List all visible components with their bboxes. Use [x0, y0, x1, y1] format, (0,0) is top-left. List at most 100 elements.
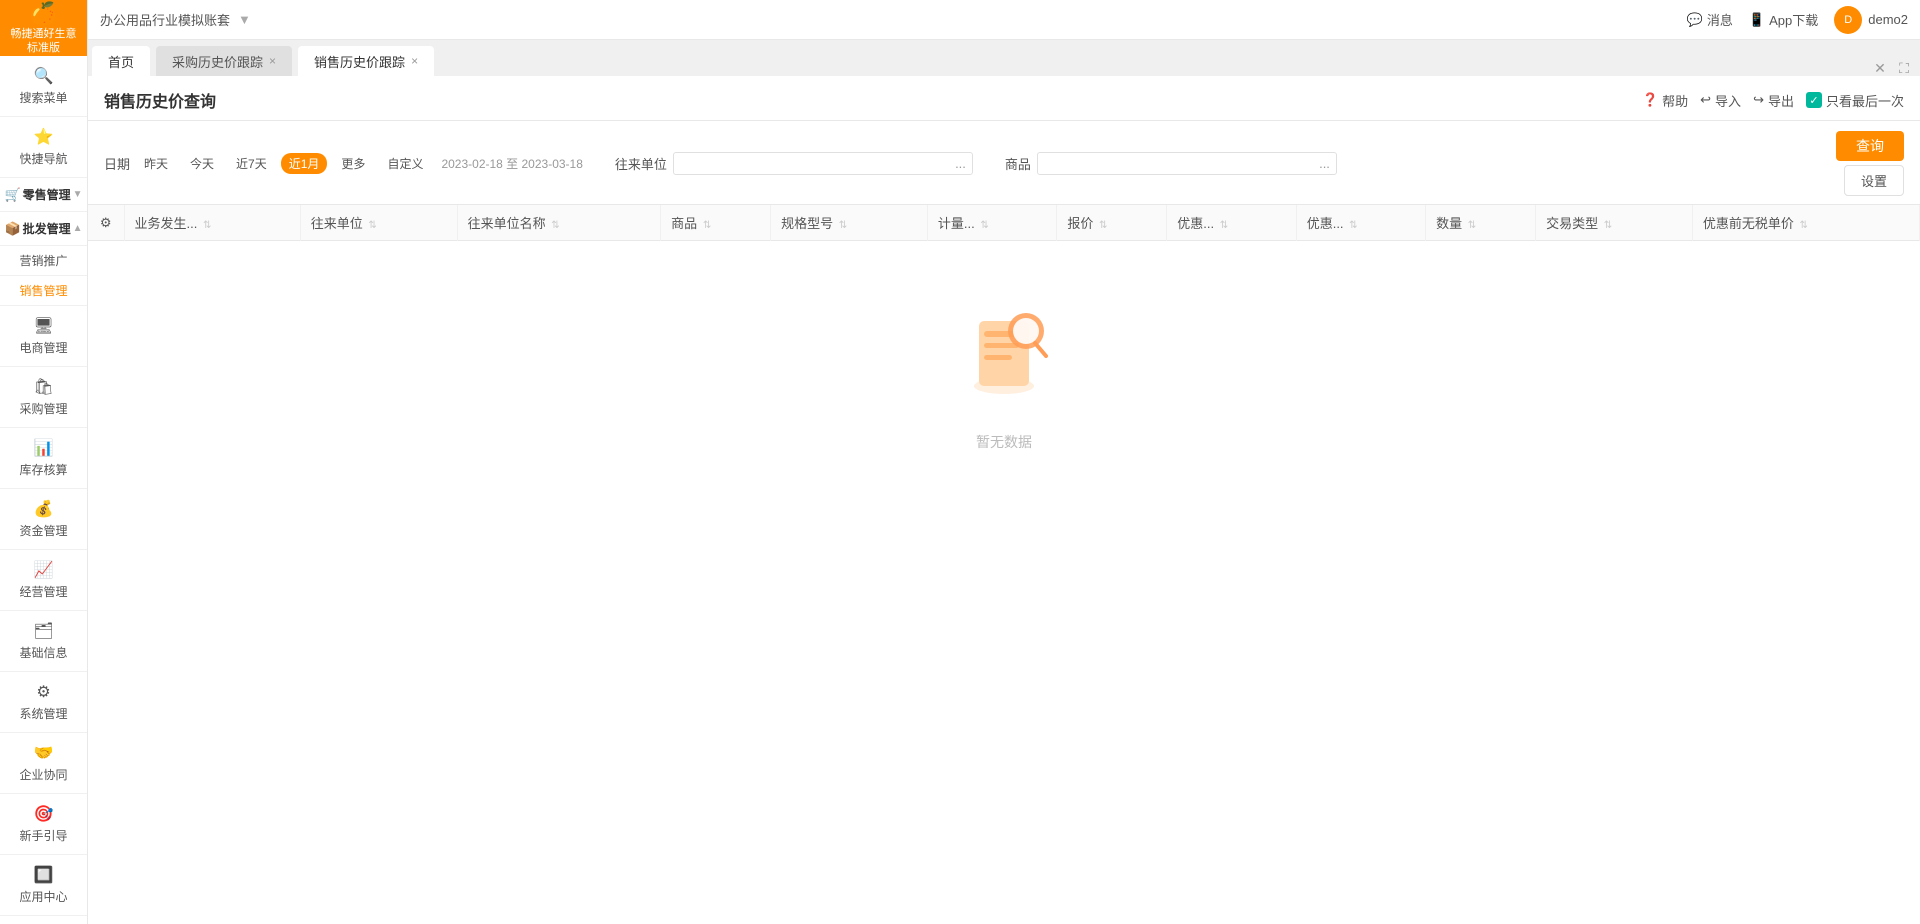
page-actions: ❓ 帮助 ↩ 导入 ↪ 导出 ✓ 只看最后一次: [1642, 91, 1904, 110]
app-selector-chevron[interactable]: ▼: [238, 12, 251, 27]
col-counterpart-name-sort: ⇅: [551, 220, 559, 231]
app-download-label: App下载: [1769, 10, 1818, 29]
search-menu-icon: 🔍: [34, 66, 54, 86]
col-counterpart-code-sort: ⇅: [368, 220, 376, 231]
date-filter-label: 日期: [104, 154, 130, 173]
sidebar-item-basics[interactable]: 🗂 基础信息: [0, 611, 88, 672]
sidebar-item-label: 系统管理: [19, 705, 67, 722]
app-download-button[interactable]: 📱 App下载: [1749, 10, 1818, 29]
sidebar-item-search-menu[interactable]: 🔍 搜索菜单: [0, 56, 88, 117]
only-last-label: 只看最后一次: [1826, 91, 1904, 110]
product-input[interactable]: [1038, 153, 1313, 174]
col-unit-label: 计量...: [938, 216, 975, 231]
col-spec[interactable]: 规格型号 ⇅: [771, 205, 928, 241]
col-pretax-price[interactable]: 优惠前无税单价 ⇅: [1692, 205, 1919, 241]
export-button[interactable]: ↪ 导出: [1753, 91, 1794, 110]
query-button[interactable]: 查询: [1836, 131, 1904, 161]
sidebar-item-sales-mgmt[interactable]: 销售管理: [0, 276, 88, 306]
sidebar-item-appstore[interactable]: 🔲 应用中心: [0, 855, 88, 916]
sidebar-item-wholesale[interactable]: 📦 批发管理 ▲: [0, 212, 88, 246]
empty-state: 暂无数据: [88, 241, 1920, 512]
window-controls: ✕ ⛶: [1872, 60, 1912, 76]
operations-icon: 📈: [34, 560, 54, 580]
col-counterpart-name[interactable]: 往来单位名称 ⇅: [457, 205, 661, 241]
col-discount2[interactable]: 优惠... ⇅: [1296, 205, 1425, 241]
settings-button[interactable]: 设置: [1844, 165, 1904, 196]
sidebar-item-retail[interactable]: 🛒 零售管理 ▼: [0, 178, 88, 212]
sidebar-item-label: 应用中心: [19, 888, 67, 905]
only-last-checkbox[interactable]: ✓: [1806, 92, 1822, 108]
col-trade-type[interactable]: 交易类型 ⇅: [1536, 205, 1693, 241]
empty-state-illustration: [954, 301, 1054, 401]
sidebar-item-quick-nav[interactable]: ⭐ 快捷导航: [0, 117, 88, 178]
sidebar-item-operations[interactable]: 📈 经营管理: [0, 550, 88, 611]
appstore-icon: 🔲: [34, 865, 54, 885]
user-profile[interactable]: D demo2: [1834, 6, 1908, 34]
col-discount1[interactable]: 优惠... ⇅: [1167, 205, 1296, 241]
col-counterpart-code[interactable]: 往来单位 ⇅: [300, 205, 457, 241]
date-btn-today[interactable]: 今天: [182, 153, 222, 174]
date-btn-1month[interactable]: 近1月: [281, 153, 328, 174]
msg-label: 消息: [1707, 10, 1733, 29]
import-button[interactable]: ↩ 导入: [1700, 91, 1741, 110]
sidebar-item-purchase[interactable]: 🛍 采购管理: [0, 367, 88, 428]
col-biz-date[interactable]: 业务发生... ⇅: [124, 205, 300, 241]
logo-text: 畅捷通好生意 标准版: [11, 27, 77, 56]
basics-icon: 🗂: [33, 621, 53, 641]
newuser-icon: 🎯: [34, 804, 54, 824]
tab-home[interactable]: 首页: [92, 46, 150, 76]
sidebar-item-newuser[interactable]: 🎯 新手引导: [0, 794, 88, 855]
date-btn-yesterday[interactable]: 昨天: [136, 153, 176, 174]
help-label: 帮助: [1662, 91, 1688, 110]
col-price-label: 报价: [1067, 216, 1093, 231]
tab-purchase[interactable]: 采购历史价跟踪 ×: [156, 46, 292, 76]
col-product[interactable]: 商品 ⇅: [661, 205, 771, 241]
tab-sales[interactable]: 销售历史价跟踪 ×: [298, 46, 434, 76]
finance-icon: 💰: [34, 499, 54, 519]
col-gear[interactable]: ⚙: [88, 205, 124, 241]
col-product-sort: ⇅: [703, 220, 711, 231]
topbar-left: 办公用品行业模拟账套 ▼: [100, 10, 251, 29]
counterpart-input[interactable]: [674, 153, 949, 174]
sidebar-item-wxwork[interactable]: 💬 企业微信: [0, 916, 88, 924]
date-btn-custom[interactable]: 自定义: [379, 153, 431, 174]
sidebar-item-inventory[interactable]: 📊 库存核算: [0, 428, 88, 489]
msg-button[interactable]: 💬 消息: [1687, 10, 1733, 29]
product-input-dots[interactable]: ...: [1313, 156, 1336, 171]
empty-state-icon: [954, 301, 1054, 420]
logo: 🍊 畅捷通好生意 标准版: [0, 0, 88, 56]
col-biz-date-label: 业务发生...: [135, 216, 198, 231]
col-unit-sort: ⇅: [980, 220, 988, 231]
tab-purchase-close[interactable]: ×: [269, 54, 276, 68]
date-btn-7days[interactable]: 近7天: [228, 153, 275, 174]
counterpart-input-dots[interactable]: ...: [949, 156, 972, 171]
sidebar-item-label: 批发管理: [23, 220, 71, 237]
tab-sales-close[interactable]: ×: [411, 54, 418, 68]
sidebar-item-ecommerce[interactable]: 🖥 电商管理: [0, 306, 88, 367]
date-btn-more[interactable]: 更多: [333, 153, 373, 174]
table-container: ⚙ 业务发生... ⇅ 往来单位 ⇅ 往来单位名称 ⇅: [88, 205, 1920, 924]
sidebar-item-system[interactable]: ⚙ 系统管理: [0, 672, 88, 733]
chevron-down-icon: ▼: [73, 189, 83, 200]
sidebar-item-label: 库存核算: [19, 461, 67, 478]
empty-state-text: 暂无数据: [976, 432, 1032, 452]
quick-nav-icon: ⭐: [34, 127, 54, 147]
sidebar-item-finance[interactable]: 💰 资金管理: [0, 489, 88, 550]
app-download-icon: 📱: [1749, 12, 1765, 28]
filter-bar: 日期 昨天 今天 近7天 近1月 更多 自定义 2023-02-18 至 202…: [88, 121, 1920, 205]
window-maximize-btn[interactable]: ⛶: [1896, 60, 1912, 76]
sidebar-item-marketing[interactable]: 营销推广: [0, 246, 88, 276]
col-unit[interactable]: 计量... ⇅: [927, 205, 1056, 241]
col-price[interactable]: 报价 ⇅: [1057, 205, 1167, 241]
col-trade-type-sort: ⇅: [1604, 220, 1612, 231]
help-button[interactable]: ❓ 帮助: [1642, 91, 1688, 110]
user-name: demo2: [1868, 12, 1908, 27]
only-last-toggle[interactable]: ✓ 只看最后一次: [1806, 91, 1904, 110]
sidebar-item-enterprise[interactable]: 🤝 企业协同: [0, 733, 88, 794]
col-spec-label: 规格型号: [781, 216, 833, 231]
import-label: 导入: [1715, 91, 1741, 110]
sidebar: 🍊 畅捷通好生意 标准版 🔍 搜索菜单 ⭐ 快捷导航 🛒 零售管理 ▼ 📦 批发…: [0, 0, 88, 924]
col-quantity[interactable]: 数量 ⇅: [1426, 205, 1536, 241]
window-close-btn[interactable]: ✕: [1872, 60, 1888, 76]
page-title: 销售历史价查询: [104, 88, 216, 112]
